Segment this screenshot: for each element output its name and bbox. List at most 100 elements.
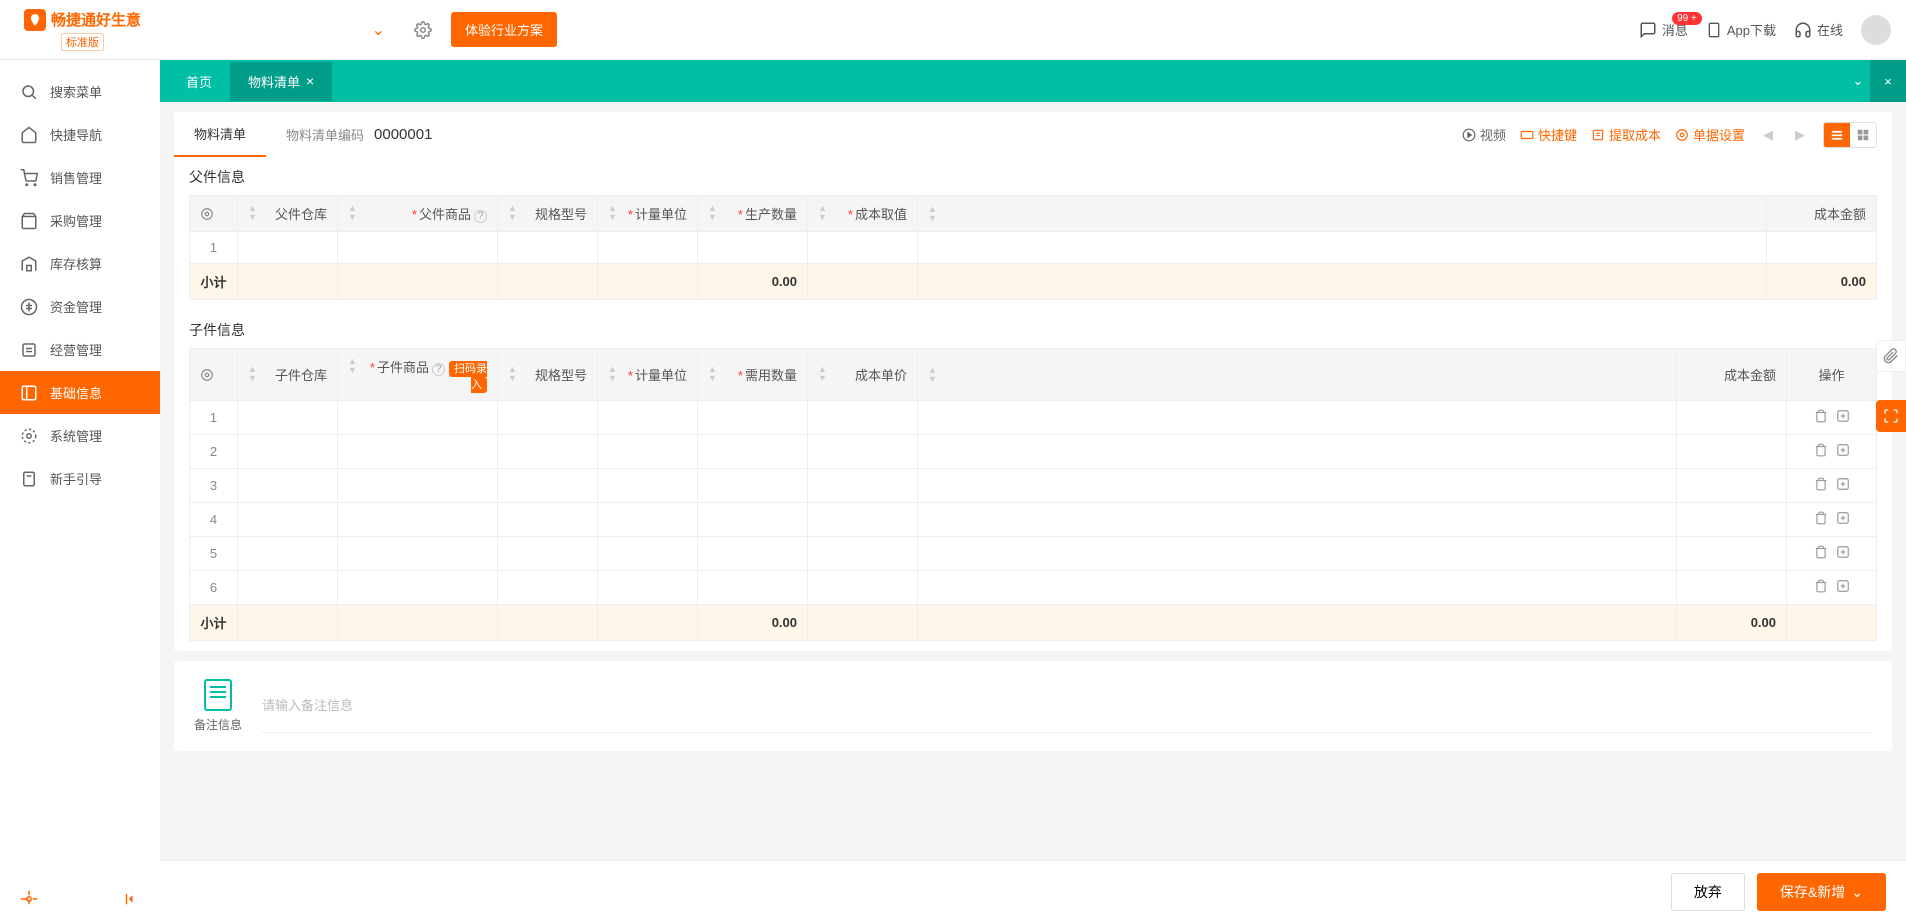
remarks-label-block: 备注信息 bbox=[194, 679, 242, 733]
remarks-input[interactable] bbox=[262, 679, 1872, 733]
sidebar: 搜索菜单快捷导航销售管理采购管理库存核算资金管理经营管理基础信息系统管理新手引导 bbox=[0, 60, 160, 923]
sidebar-item-sys[interactable]: 系统管理 bbox=[0, 414, 160, 457]
sidebar-settings-icon[interactable] bbox=[20, 890, 38, 908]
col-empty[interactable]: ▲▼ bbox=[918, 349, 1677, 401]
add-row-icon[interactable] bbox=[1836, 409, 1850, 423]
tool-extract-cost[interactable]: 提取成本 bbox=[1591, 125, 1661, 144]
fullscreen-icon[interactable] bbox=[1876, 400, 1906, 432]
parent-section-title: 父件信息 bbox=[174, 157, 1892, 195]
table-row[interactable]: 6 bbox=[190, 571, 1877, 605]
logo[interactable]: 畅捷通好生意 标准版 bbox=[15, 9, 150, 51]
table-row[interactable]: 2 bbox=[190, 435, 1877, 469]
next-doc-icon[interactable]: ▶ bbox=[1791, 127, 1809, 143]
col-spec[interactable]: ▲▼规格型号 bbox=[498, 196, 598, 232]
chevron-down-icon: ⌄ bbox=[372, 20, 385, 40]
sidebar-item-base[interactable]: 基础信息 bbox=[0, 371, 160, 414]
view-list-icon[interactable] bbox=[1824, 123, 1850, 147]
sidebar-item-label: 销售管理 bbox=[50, 168, 102, 187]
sidebar-item-label: 采购管理 bbox=[50, 211, 102, 230]
scan-badge[interactable]: 扫码录入 bbox=[449, 361, 487, 393]
doc-tab-bom[interactable]: 物料清单 bbox=[174, 112, 266, 157]
delete-row-icon[interactable] bbox=[1814, 443, 1828, 457]
delete-row-icon[interactable] bbox=[1814, 545, 1828, 559]
delete-row-icon[interactable] bbox=[1814, 579, 1828, 593]
sidebar-item-sell[interactable]: 销售管理 bbox=[0, 156, 160, 199]
table-row[interactable]: 1 bbox=[190, 232, 1877, 264]
tabs-bar: 首页 物料清单 × ⌄ × bbox=[160, 60, 1906, 102]
prev-doc-icon[interactable]: ◀ bbox=[1759, 127, 1777, 143]
col-settings[interactable] bbox=[190, 196, 238, 232]
delete-row-icon[interactable] bbox=[1814, 409, 1828, 423]
messages-link[interactable]: 消息 99 + bbox=[1639, 20, 1688, 39]
company-selector[interactable]: ⌄ bbox=[165, 15, 395, 45]
col-empty[interactable]: ▲▼ bbox=[918, 196, 1767, 232]
table-row[interactable]: 5 bbox=[190, 537, 1877, 571]
info-icon[interactable]: ? bbox=[432, 363, 445, 376]
sidebar-item-search[interactable]: 搜索菜单 bbox=[0, 70, 160, 113]
sidebar-item-money[interactable]: 资金管理 bbox=[0, 285, 160, 328]
parent-subtotal-row: 小计 0.00 0.00 bbox=[190, 264, 1877, 300]
delete-row-icon[interactable] bbox=[1814, 477, 1828, 491]
sidebar-item-guide[interactable]: 新手引导 bbox=[0, 457, 160, 500]
sidebar-item-biz[interactable]: 经营管理 bbox=[0, 328, 160, 371]
tool-doc-settings[interactable]: 单据设置 bbox=[1675, 125, 1745, 144]
col-cost-amount[interactable]: 成本金额 bbox=[1677, 349, 1787, 401]
tool-video[interactable]: 视频 bbox=[1462, 125, 1506, 144]
add-row-icon[interactable] bbox=[1836, 579, 1850, 593]
user-avatar[interactable] bbox=[1861, 15, 1891, 45]
col-settings[interactable] bbox=[190, 349, 238, 401]
tabs-close-all-icon[interactable]: × bbox=[1870, 60, 1906, 102]
tab-home[interactable]: 首页 bbox=[168, 62, 230, 101]
settings-gear-icon[interactable] bbox=[410, 17, 436, 43]
table-row[interactable]: 3 bbox=[190, 469, 1877, 503]
save-new-button[interactable]: 保存&新增 ⌄ bbox=[1757, 873, 1886, 911]
main-area: 首页 物料清单 × ⌄ × 物料清单 物料清单编码 0000001 bbox=[160, 60, 1906, 923]
col-child-warehouse[interactable]: ▲▼子件仓库 bbox=[238, 349, 338, 401]
view-card-icon[interactable] bbox=[1850, 123, 1876, 147]
close-icon[interactable]: × bbox=[306, 73, 314, 89]
col-unit[interactable]: ▲▼*计量单位 bbox=[598, 349, 698, 401]
info-icon[interactable]: ? bbox=[474, 210, 487, 223]
col-unit-cost[interactable]: ▲▼成本单价 bbox=[808, 349, 918, 401]
phone-icon bbox=[1706, 22, 1722, 38]
tool-shortcut[interactable]: 快捷键 bbox=[1520, 125, 1577, 144]
col-parent-product[interactable]: ▲▼*父件商品? bbox=[338, 196, 498, 232]
online-support-link[interactable]: 在线 bbox=[1794, 20, 1843, 39]
col-cost-amount[interactable]: 成本金额 bbox=[1767, 196, 1877, 232]
child-subtotal-qty: 0.00 bbox=[698, 605, 808, 641]
add-row-icon[interactable] bbox=[1836, 477, 1850, 491]
col-child-product[interactable]: ▲▼*子件商品?扫码录入 bbox=[338, 349, 498, 401]
notes-icon bbox=[204, 679, 232, 711]
header-right: 消息 99 + App下载 在线 bbox=[1639, 15, 1891, 45]
col-cost-method[interactable]: ▲▼*成本取值 bbox=[808, 196, 918, 232]
add-row-icon[interactable] bbox=[1836, 511, 1850, 525]
play-icon bbox=[1462, 128, 1476, 142]
tab-bom[interactable]: 物料清单 × bbox=[230, 62, 332, 101]
app-download-link[interactable]: App下载 bbox=[1706, 20, 1776, 39]
sidebar-item-home[interactable]: 快捷导航 bbox=[0, 113, 160, 156]
sidebar-item-stock[interactable]: 库存核算 bbox=[0, 242, 160, 285]
col-need-qty[interactable]: ▲▼*需用数量 bbox=[698, 349, 808, 401]
sidebar-collapse-icon[interactable] bbox=[122, 890, 140, 908]
delete-row-icon[interactable] bbox=[1814, 511, 1828, 525]
attachment-icon[interactable] bbox=[1876, 340, 1906, 372]
col-qty[interactable]: ▲▼*生产数量 bbox=[698, 196, 808, 232]
col-spec[interactable]: ▲▼规格型号 bbox=[498, 349, 598, 401]
table-row[interactable]: 1 bbox=[190, 401, 1877, 435]
add-row-icon[interactable] bbox=[1836, 443, 1850, 457]
col-unit[interactable]: ▲▼*计量单位 bbox=[598, 196, 698, 232]
parent-subtotal-amount: 0.00 bbox=[1767, 264, 1877, 300]
sys-icon bbox=[20, 427, 38, 445]
logo-mark-icon bbox=[24, 9, 46, 31]
doc-header: 物料清单 物料清单编码 0000001 视频 快捷键 bbox=[174, 112, 1892, 157]
discard-button[interactable]: 放弃 bbox=[1671, 873, 1745, 911]
cta-button[interactable]: 体验行业方案 bbox=[451, 12, 557, 47]
add-row-icon[interactable] bbox=[1836, 545, 1850, 559]
table-row[interactable]: 4 bbox=[190, 503, 1877, 537]
base-icon bbox=[20, 384, 38, 402]
sidebar-item-buy[interactable]: 采购管理 bbox=[0, 199, 160, 242]
tabs-dropdown-icon[interactable]: ⌄ bbox=[1846, 60, 1870, 102]
logo-text: 畅捷通好生意 bbox=[51, 9, 141, 30]
col-parent-warehouse[interactable]: ▲▼父件仓库 bbox=[238, 196, 338, 232]
sidebar-item-label: 搜索菜单 bbox=[50, 82, 102, 101]
